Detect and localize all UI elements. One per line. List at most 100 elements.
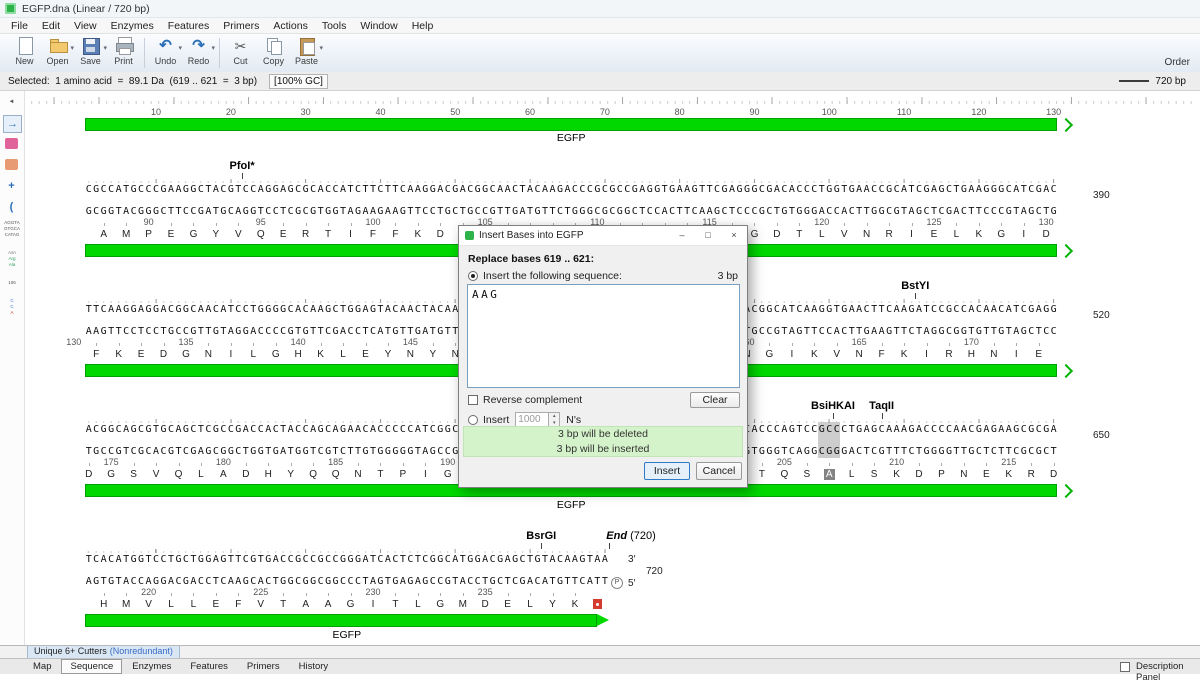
amino-acid[interactable]: L [846, 469, 857, 480]
amino-acid[interactable]: Q [308, 469, 319, 480]
egfp-feature-bar[interactable] [85, 118, 1058, 131]
top-strand[interactable]: CGCCATGCCCGAAGGCTACGTCCAGGAGCGCACCATCTTC… [86, 184, 1058, 195]
amino-acid[interactable]: K [569, 599, 580, 610]
amino-acid[interactable]: F [233, 599, 244, 610]
menu-help[interactable]: Help [405, 20, 441, 32]
dropdown-arrow-icon[interactable]: ▾ [319, 44, 323, 52]
amino-acid[interactable]: G [435, 599, 446, 610]
arc-tool[interactable]: ( [3, 199, 20, 215]
egfp-feature-bar[interactable] [85, 614, 597, 627]
translation-tool[interactable] [5, 138, 18, 149]
amino-acid[interactable]: G [180, 349, 191, 360]
redo-button[interactable]: ↷ ▾ Redo [182, 36, 215, 66]
amino-acid[interactable]: I [345, 229, 356, 240]
amino-acid[interactable]: E [166, 229, 177, 240]
amino-acid[interactable]: K [1003, 469, 1014, 480]
save-button[interactable]: ▾ Save [74, 36, 107, 66]
amino-acid[interactable]: G [270, 349, 281, 360]
description-panel-checkbox[interactable] [1120, 662, 1130, 672]
amino-acid[interactable]: K [809, 349, 820, 360]
amino-acid[interactable]: E [981, 469, 992, 480]
amino-acid[interactable]: Y [427, 349, 438, 360]
view-tab-history[interactable]: History [290, 659, 338, 674]
amino-acid[interactable]: A [218, 469, 229, 480]
insert-button[interactable]: Insert [644, 462, 690, 480]
undo-button[interactable]: ↶ ▾ Undo [149, 36, 182, 66]
cancel-button[interactable]: Cancel [696, 462, 742, 480]
view-tab-map[interactable]: Map [24, 659, 60, 674]
amino-acid[interactable]: T [756, 469, 767, 480]
amino-acid[interactable]: H [966, 349, 977, 360]
amino-acid[interactable]: R [884, 229, 895, 240]
amino-acid[interactable]: E [136, 349, 147, 360]
minimize-icon[interactable]: – [669, 226, 695, 245]
amino-acid[interactable]: I [906, 229, 917, 240]
amino-acid[interactable]: D [83, 469, 94, 480]
menu-edit[interactable]: Edit [35, 20, 67, 32]
amino-acid[interactable]: R [300, 229, 311, 240]
maximize-icon[interactable]: □ [695, 226, 721, 245]
amino-acid[interactable]: N [988, 349, 999, 360]
amino-acid[interactable]: G [764, 349, 775, 360]
amino-acid[interactable]: S [801, 469, 812, 480]
amino-acid[interactable]: I [225, 349, 236, 360]
panel-collapse-handle[interactable]: ◄ [3, 94, 20, 110]
menu-view[interactable]: View [67, 20, 104, 32]
amino-acid[interactable]: V [839, 229, 850, 240]
amino-acid[interactable]: G [996, 229, 1007, 240]
amino-acid[interactable]: T [794, 229, 805, 240]
amino-acid[interactable]: H [98, 599, 109, 610]
amino-acid[interactable]: P [936, 469, 947, 480]
amino-acid[interactable]: D [1048, 469, 1059, 480]
amino-acid[interactable]: D [435, 229, 446, 240]
amino-acid[interactable]: I [921, 349, 932, 360]
amino-acid[interactable]: E [360, 349, 371, 360]
close-icon[interactable]: × [721, 226, 747, 245]
amino-acid[interactable]: E [928, 229, 939, 240]
cut-button[interactable]: ✂ Cut [224, 36, 257, 66]
amino-acid[interactable]: D [158, 349, 169, 360]
view-tab-primers[interactable]: Primers [238, 659, 289, 674]
amino-acid[interactable]: I [1011, 349, 1022, 360]
reverse-complement-checkbox[interactable] [468, 395, 478, 405]
amino-acid[interactable]: V [831, 349, 842, 360]
new-button[interactable]: New [8, 36, 41, 66]
amino-acid[interactable]: L [412, 599, 423, 610]
menu-tools[interactable]: Tools [315, 20, 354, 32]
amino-acid[interactable]: G [106, 469, 117, 480]
amino-acid[interactable]: K [891, 469, 902, 480]
sequence-input[interactable]: AAG [467, 284, 740, 388]
amino-acid[interactable]: V [143, 599, 154, 610]
spinner-up-icon[interactable]: ▴ [549, 413, 559, 420]
amino-acid[interactable]: E [210, 599, 221, 610]
amino-acid[interactable]: V [255, 599, 266, 610]
amino-acid[interactable]: L [166, 599, 177, 610]
amino-acid[interactable]: T [375, 469, 386, 480]
paste-button[interactable]: ▾ Paste [290, 36, 323, 66]
amino-acid[interactable]: Q [255, 229, 266, 240]
amino-acid[interactable]: M [121, 229, 132, 240]
amino-acid[interactable]: L [951, 229, 962, 240]
menu-primers[interactable]: Primers [216, 20, 266, 32]
amino-acid[interactable]: P [397, 469, 408, 480]
amino-acid[interactable]: Q [173, 469, 184, 480]
amino-acid[interactable]: K [899, 349, 910, 360]
amino-acid[interactable]: S [128, 469, 139, 480]
amino-acid[interactable]: N [405, 349, 416, 360]
amino-acid[interactable]: F [390, 229, 401, 240]
amino-acid[interactable]: H [293, 349, 304, 360]
dialog-titlebar[interactable]: Insert Bases into EGFP – □ × [459, 226, 747, 246]
amino-acid[interactable]: D [480, 599, 491, 610]
amino-acid[interactable]: Y [382, 349, 393, 360]
amino-acid[interactable]: Y [210, 229, 221, 240]
orf-tool[interactable] [5, 159, 18, 170]
amino-acid[interactable]: S [869, 469, 880, 480]
view-tab-enzymes[interactable]: Enzymes [123, 659, 180, 674]
add-primer-tool[interactable]: + [3, 178, 20, 194]
amino-acid-selected[interactable]: A [823, 469, 835, 480]
amino-acid[interactable]: Q [330, 469, 341, 480]
amino-acid[interactable]: L [525, 599, 536, 610]
amino-acid[interactable]: N [861, 229, 872, 240]
amino-acid[interactable]: N [854, 349, 865, 360]
select-tool[interactable]: → [3, 115, 22, 133]
